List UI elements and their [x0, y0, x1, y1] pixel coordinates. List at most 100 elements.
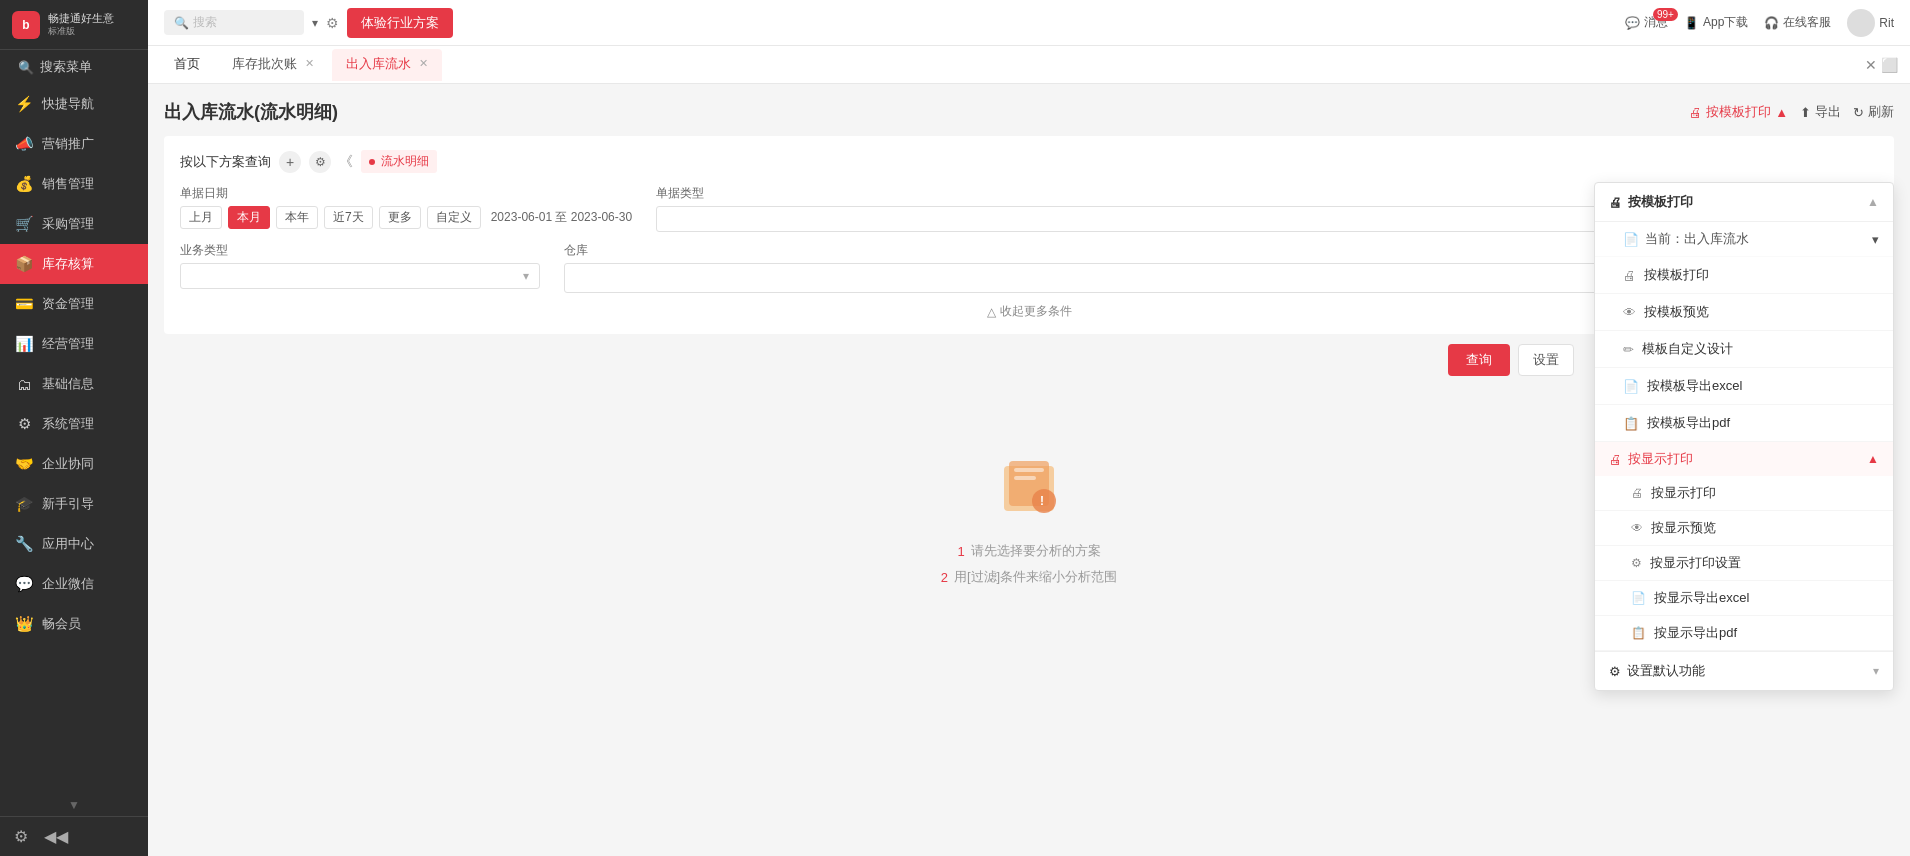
finance-icon: 💳 [14, 294, 34, 314]
business-type-label: 业务类型 [180, 242, 540, 259]
industry-solution-button[interactable]: 体验行业方案 [347, 8, 453, 38]
topbar-search-box[interactable]: 🔍 搜索 [164, 10, 304, 35]
display-excel-label: 按显示导出excel [1654, 589, 1749, 607]
tab-maximize-button[interactable]: ⬜ [1881, 57, 1898, 73]
filter-settings-button[interactable]: ⚙ [309, 151, 331, 173]
dropdown-arrow-icon: ▾ [312, 16, 318, 30]
dropdown-item-display-excel[interactable]: 📄 按显示导出excel [1595, 581, 1893, 616]
date-btn-this-year[interactable]: 本年 [276, 206, 318, 229]
topbar-search-placeholder: 搜索 [193, 14, 217, 31]
sidebar-label-basic: 基础信息 [42, 375, 94, 393]
dropdown-item-template-pdf[interactable]: 📋 按模板导出pdf [1595, 405, 1893, 442]
tab-inventory-flow-close[interactable]: ✕ [419, 57, 428, 70]
dropdown-item-display-print[interactable]: 🖨 按显示打印 [1595, 476, 1893, 511]
dropdown-item-display-settings[interactable]: ⚙ 按显示打印设置 [1595, 546, 1893, 581]
hint2-text: 用[过滤]条件来缩小分析范围 [954, 568, 1117, 586]
inventory-icon: 📦 [14, 254, 34, 274]
sidebar-bottom: ⚙ ◀◀ [0, 816, 148, 856]
sidebar-label-purchase: 采购管理 [42, 215, 94, 233]
dropdown-print-icon: 🖨 [1609, 195, 1622, 210]
tab-close-all-button[interactable]: ✕ [1865, 57, 1877, 73]
dropdown-display-title: 🖨 按显示打印 [1609, 450, 1693, 468]
message-button[interactable]: 💬 消息 99+ [1625, 14, 1668, 31]
sidebar-item-basic[interactable]: 🗂 基础信息 [0, 364, 148, 404]
date-btn-more[interactable]: 更多 [379, 206, 421, 229]
sidebar-item-marketing[interactable]: 📣 营销推广 [0, 124, 148, 164]
message-badge: 99+ [1653, 8, 1678, 21]
date-btn-7-days[interactable]: 近7天 [324, 206, 373, 229]
sidebar-label-member: 畅会员 [42, 615, 81, 633]
display-excel-icon: 📄 [1631, 591, 1646, 605]
sidebar-item-apps[interactable]: 🔧 应用中心 [0, 524, 148, 564]
online-service-button[interactable]: 🎧 在线客服 [1764, 14, 1831, 31]
apps-icon: 🔧 [14, 534, 34, 554]
sidebar-label-quick-nav: 快捷导航 [42, 95, 94, 113]
dropdown-item-display-pdf[interactable]: 📋 按显示导出pdf [1595, 616, 1893, 651]
svg-point-4 [1032, 489, 1056, 513]
dropdown-item-template-preview[interactable]: 👁 按模板预览 [1595, 294, 1893, 331]
refresh-button[interactable]: ↻ 刷新 [1853, 103, 1894, 121]
sidebar-item-system[interactable]: ⚙ 系统管理 [0, 404, 148, 444]
collapse-more-label: 收起更多条件 [1000, 303, 1072, 320]
display-print-icon: 🖨 [1631, 486, 1643, 500]
display-section-label: 按显示打印 [1628, 450, 1693, 468]
date-btn-this-month[interactable]: 本月 [228, 206, 270, 229]
settings-bottom-icon[interactable]: ⚙ [14, 827, 28, 846]
business-type-select[interactable]: ▾ [180, 263, 540, 289]
user-avatar[interactable]: Rit [1847, 9, 1894, 37]
sidebar-item-operation[interactable]: 📊 经营管理 [0, 324, 148, 364]
export-button[interactable]: ⬆ 导出 [1800, 103, 1841, 121]
date-btn-custom[interactable]: 自定义 [427, 206, 481, 229]
sidebar-item-member[interactable]: 👑 畅会员 [0, 604, 148, 644]
empty-state-icon: ! [989, 446, 1069, 526]
sidebar-item-purchase[interactable]: 🛒 采购管理 [0, 204, 148, 244]
sidebar: b 畅捷通好生意 标准版 🔍 搜索菜单 ⚡ 快捷导航 📣 营销推广 💰 销售管理… [0, 0, 148, 856]
query-action-bar: 查询 设置 [164, 344, 1574, 376]
sidebar-scroll-down[interactable]: ▼ [0, 794, 148, 816]
template-custom-label: 模板自定义设计 [1642, 340, 1733, 358]
tab-inventory-flow[interactable]: 出入库流水 ✕ [332, 49, 442, 81]
dropdown-footer-title: ⚙ 设置默认功能 [1609, 662, 1705, 680]
enterprise-icon: 🤝 [14, 454, 34, 474]
dropdown-footer[interactable]: ⚙ 设置默认功能 ▾ [1595, 651, 1893, 690]
sidebar-item-inventory[interactable]: 📦 库存核算 [0, 244, 148, 284]
tab-batch-account[interactable]: 库存批次账 ✕ [218, 49, 328, 81]
purchase-icon: 🛒 [14, 214, 34, 234]
collapse-sidebar-icon[interactable]: ◀◀ [44, 827, 68, 846]
sidebar-item-quick-nav[interactable]: ⚡ 快捷导航 [0, 84, 148, 124]
topbar-left: 🔍 搜索 ▾ ⚙ 体验行业方案 [164, 8, 1613, 38]
template-print-item-label: 按模板打印 [1644, 266, 1709, 284]
sidebar-item-enterprise[interactable]: 🤝 企业协同 [0, 444, 148, 484]
app-download-button[interactable]: 📱 App下载 [1684, 14, 1748, 31]
settings-button[interactable]: 设置 [1518, 344, 1574, 376]
dropdown-header[interactable]: 🖨 按模板打印 ▲ [1595, 183, 1893, 222]
dropdown-section-header-display[interactable]: 🖨 按显示打印 ▲ [1595, 442, 1893, 476]
current-template-icon: 📄 [1623, 232, 1639, 247]
sidebar-search[interactable]: 🔍 搜索菜单 [0, 50, 148, 84]
guide-icon: 🎓 [14, 494, 34, 514]
filter-top-bar: 按以下方案查询 + ⚙ 《 流水明细 [180, 150, 1878, 173]
display-pdf-icon: 📋 [1631, 626, 1646, 640]
filter-add-button[interactable]: + [279, 151, 301, 173]
tab-home[interactable]: 首页 [160, 49, 214, 81]
dropdown-item-template-print[interactable]: 🖨 按模板打印 [1595, 257, 1893, 294]
sidebar-label-sales: 销售管理 [42, 175, 94, 193]
dropdown-item-template-excel[interactable]: 📄 按模板导出excel [1595, 368, 1893, 405]
template-pdf-icon: 📋 [1623, 416, 1639, 431]
dropdown-item-display-preview[interactable]: 👁 按显示预览 [1595, 511, 1893, 546]
query-button[interactable]: 查询 [1448, 344, 1510, 376]
topbar-gear-icon[interactable]: ⚙ [326, 15, 339, 31]
dropdown-item-template-custom[interactable]: ✏ 模板自定义设计 [1595, 331, 1893, 368]
tab-batch-account-close[interactable]: ✕ [305, 57, 314, 70]
sidebar-item-wechat[interactable]: 💬 企业微信 [0, 564, 148, 604]
date-btn-last-month[interactable]: 上月 [180, 206, 222, 229]
template-excel-icon: 📄 [1623, 379, 1639, 394]
display-preview-icon: 👁 [1631, 521, 1643, 535]
topbar-dropdown[interactable]: ▾ [312, 16, 318, 30]
display-section-arrow: ▲ [1867, 452, 1879, 466]
sidebar-item-sales[interactable]: 💰 销售管理 [0, 164, 148, 204]
sidebar-item-guide[interactable]: 🎓 新手引导 [0, 484, 148, 524]
filter-collapse-button[interactable]: 《 [339, 153, 353, 171]
sidebar-item-finance[interactable]: 💳 资金管理 [0, 284, 148, 324]
template-print-button[interactable]: 🖨 按模板打印 ▲ [1689, 103, 1788, 121]
